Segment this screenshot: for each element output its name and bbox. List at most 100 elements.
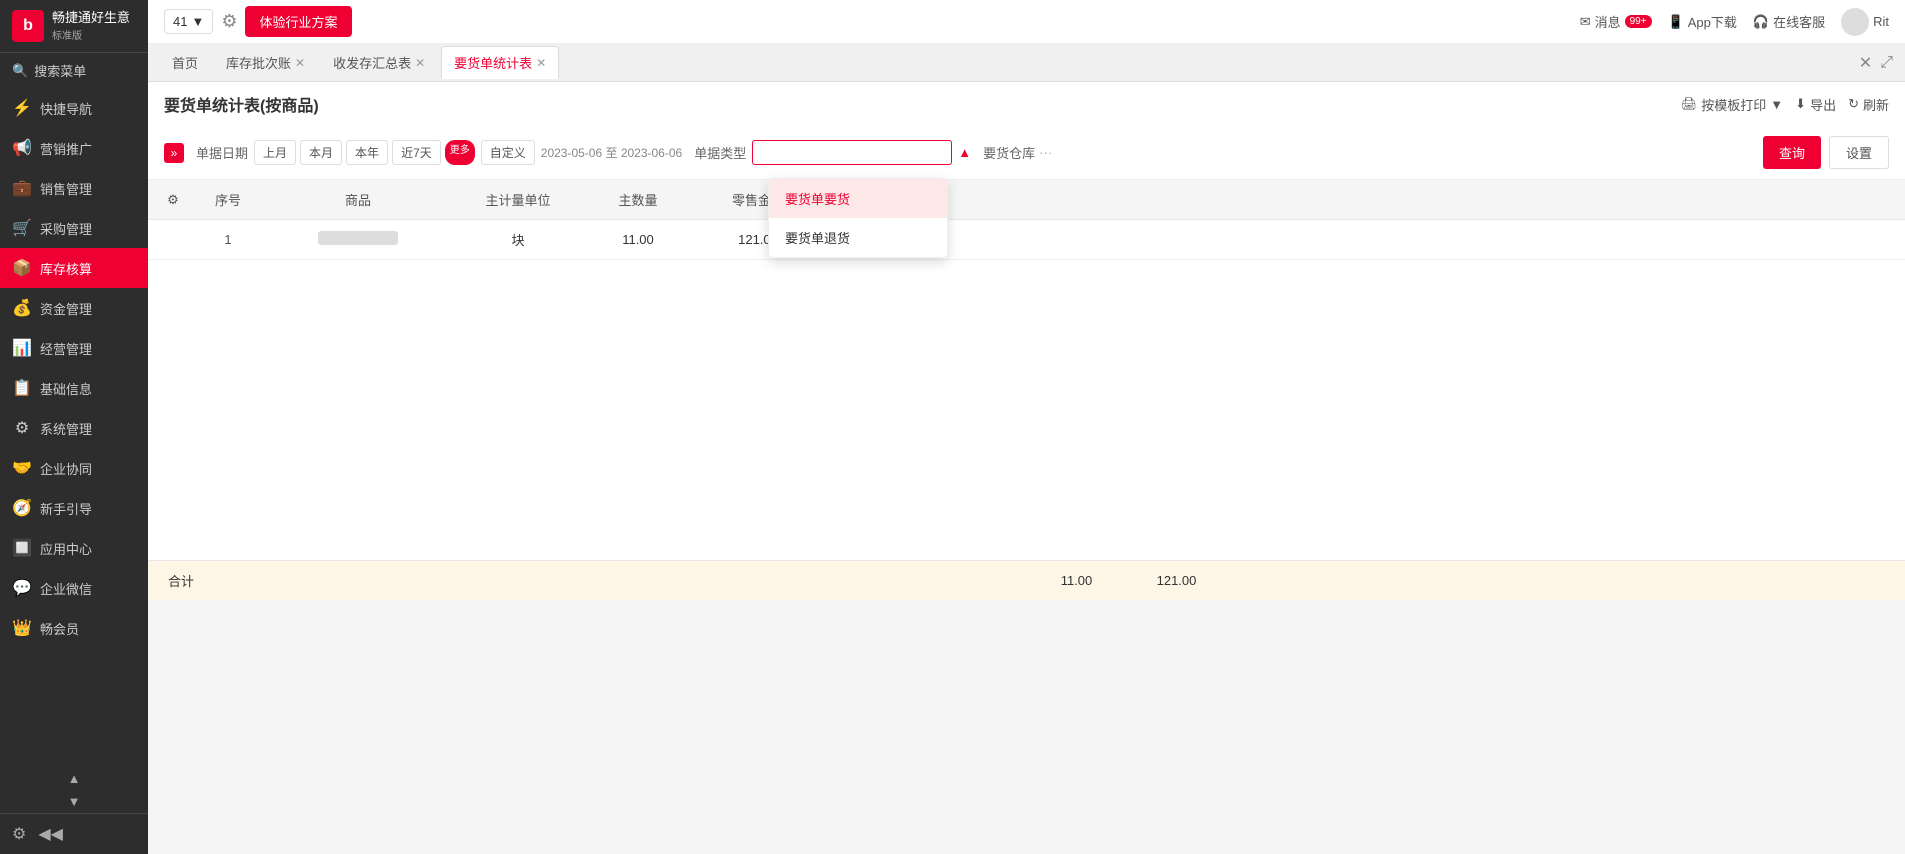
print-btn[interactable]: 🖨 按模板打印 ▼ — [1681, 95, 1783, 114]
sidebar-item-sales[interactable]: 💼 销售管理 — [0, 168, 148, 208]
tab-close-inventory-batch[interactable]: ✕ — [295, 56, 305, 70]
sidebar-item-operations[interactable]: 📊 经营管理 — [0, 328, 148, 368]
sidebar-item-vip[interactable]: 👑 畅会员 — [0, 608, 148, 648]
store-selector[interactable]: 41 ▼ — [164, 9, 213, 34]
table-header-row: ⚙ 序号 商品 主计量单位 主数量 零售金额 — [148, 180, 1905, 220]
td-product — [258, 220, 458, 260]
data-table: ⚙ 序号 商品 主计量单位 主数量 零售金额 1 — [148, 180, 1905, 260]
sidebar-item-inventory[interactable]: 📦 库存核算 — [0, 248, 148, 288]
footer-amount: 121.00 — [1127, 573, 1227, 588]
type-filter-input[interactable] — [752, 140, 952, 165]
type-dropdown: 要货单要货 要货单退货 — [768, 178, 948, 258]
topbar-left: 41 ▼ ⚙ 体验行业方案 — [164, 6, 1568, 37]
phone-icon: 📱 — [1668, 14, 1684, 30]
purchase-icon: 🛒 — [12, 218, 32, 238]
th-unit: 主计量单位 — [458, 180, 578, 220]
message-group[interactable]: ✉ 消息 99+ — [1580, 12, 1652, 31]
td-qty: 11.00 — [578, 220, 698, 260]
tab-home[interactable]: 首页 — [160, 47, 210, 78]
filter-setting-btn[interactable]: 设置 — [1829, 136, 1889, 169]
date-btn-recent7[interactable]: 近7天 — [392, 140, 441, 165]
tab-inventory-batch[interactable]: 库存批次账 ✕ — [214, 47, 317, 78]
sidebar-nav: ⚡ 快捷导航 📢 营销推广 💼 销售管理 🛒 采购管理 📦 库存核算 💰 资金管… — [0, 88, 148, 767]
table-row: 1 块 11.00 121.00 — [148, 220, 1905, 260]
th-settings[interactable]: ⚙ — [148, 180, 198, 220]
scroll-down-btn[interactable]: ▲ — [0, 767, 148, 790]
date-btn-last-month[interactable]: 上月 — [254, 140, 296, 165]
topbar-settings-icon[interactable]: ⚙ — [221, 11, 237, 32]
headset-icon: 🎧 — [1753, 14, 1769, 30]
page-actions: 🖨 按模板打印 ▼ ⬇ 导出 ↻ 刷新 — [1681, 95, 1889, 114]
date-btn-this-month[interactable]: 本月 — [300, 140, 342, 165]
trial-btn[interactable]: 体验行业方案 — [245, 6, 351, 37]
search-icon: 🔍 — [12, 63, 28, 79]
guide-icon: 🧭 — [12, 498, 32, 518]
print-dropdown-icon: ▼ — [1770, 97, 1783, 112]
base-icon: 📋 — [12, 378, 32, 398]
search-menu[interactable]: 🔍 搜索菜单 — [0, 53, 148, 88]
query-btn[interactable]: 查询 — [1763, 136, 1821, 169]
tabs-actions: ✕ ⤢ — [1859, 53, 1893, 73]
avatar — [1841, 8, 1869, 36]
date-range-display: 2023-05-06 至 2023-06-06 — [541, 144, 682, 161]
empty-space — [148, 260, 1905, 560]
sidebar-logo: b 畅捷通好生意 标准版 — [0, 0, 148, 53]
print-icon: 🖨 — [1681, 96, 1698, 112]
sidebar-item-purchase[interactable]: 🛒 采购管理 — [0, 208, 148, 248]
dropdown-item-order-return[interactable]: 要货单退货 — [769, 218, 947, 257]
page-content: 要货单统计表(按商品) 🖨 按模板打印 ▼ ⬇ 导出 ↻ 刷新 » — [148, 82, 1905, 854]
sidebar-item-marketing[interactable]: 📢 营销推广 — [0, 128, 148, 168]
sidebar-bottom: ⚙ ◀◀ — [0, 813, 148, 854]
sidebar-item-finance[interactable]: 💰 资金管理 — [0, 288, 148, 328]
sidebar-item-base[interactable]: 📋 基础信息 — [0, 368, 148, 408]
td-extra — [818, 220, 1905, 260]
enterprise-icon: 🤝 — [12, 458, 32, 478]
td-unit: 块 — [458, 220, 578, 260]
export-icon: ⬇ — [1795, 96, 1806, 112]
app-center-icon: 🔲 — [12, 538, 32, 558]
settings-bottom-icon[interactable]: ⚙ — [12, 824, 26, 844]
td-settings — [148, 220, 198, 260]
date-btn-this-year[interactable]: 本年 — [346, 140, 388, 165]
system-icon: ⚙ — [12, 418, 32, 438]
export-btn[interactable]: ⬇ 导出 — [1795, 95, 1836, 114]
main-area: 41 ▼ ⚙ 体验行业方案 ✉ 消息 99+ 📱 App下载 🎧 在线客服 R — [148, 0, 1905, 854]
operations-icon: 📊 — [12, 338, 32, 358]
online-service-group[interactable]: 🎧 在线客服 — [1753, 12, 1825, 31]
dropdown-item-order-goods[interactable]: 要货单要货 — [769, 179, 947, 218]
sales-icon: 💼 — [12, 178, 32, 198]
logo-icon: b — [12, 10, 44, 42]
quick-nav-icon: ⚡ — [12, 98, 32, 118]
sidebar-item-app-center[interactable]: 🔲 应用中心 — [0, 528, 148, 568]
scroll-up-btn[interactable]: ▼ — [0, 790, 148, 813]
user-avatar-group[interactable]: Rit — [1841, 8, 1889, 36]
refresh-btn[interactable]: ↻ 刷新 — [1848, 95, 1889, 114]
fullscreen-btn[interactable]: ⤢ — [1880, 53, 1893, 73]
tab-receive-summary[interactable]: 收发存汇总表 ✕ — [321, 47, 437, 78]
app-download-group[interactable]: 📱 App下载 — [1668, 12, 1737, 31]
filter-expand-btn[interactable]: » — [164, 143, 184, 163]
custom-date-btn[interactable]: 自定义 — [481, 140, 535, 165]
tab-order-stats[interactable]: 要货单统计表 ✕ — [441, 46, 559, 79]
type-filter-arrow[interactable]: ▲ — [958, 145, 971, 160]
sidebar-item-enterprise[interactable]: 🤝 企业协同 — [0, 448, 148, 488]
page-title: 要货单统计表(按商品) — [164, 92, 319, 116]
collapse-sidebar-icon[interactable]: ◀◀ — [38, 824, 63, 844]
wechat-icon: 💬 — [12, 578, 32, 598]
warehouse-more-btn[interactable]: ··· — [1039, 145, 1052, 160]
sidebar-item-system[interactable]: ⚙ 系统管理 — [0, 408, 148, 448]
sidebar-item-quick-nav[interactable]: ⚡ 快捷导航 — [0, 88, 148, 128]
tab-close-receive-summary[interactable]: ✕ — [415, 56, 425, 70]
finance-icon: 💰 — [12, 298, 32, 318]
sidebar-item-guide[interactable]: 🧭 新手引导 — [0, 488, 148, 528]
tab-close-order-stats[interactable]: ✕ — [536, 56, 546, 70]
data-table-wrap: ⚙ 序号 商品 主计量单位 主数量 零售金额 1 — [148, 180, 1905, 260]
th-extra — [818, 180, 1905, 220]
close-all-tabs-btn[interactable]: ✕ — [1859, 53, 1872, 73]
store-dropdown-icon: ▼ — [191, 14, 204, 29]
refresh-icon: ↻ — [1848, 96, 1859, 112]
column-settings-icon[interactable]: ⚙ — [167, 192, 179, 207]
inventory-icon: 📦 — [12, 258, 32, 278]
sidebar-item-wechat[interactable]: 💬 企业微信 — [0, 568, 148, 608]
footer-label: 合计 — [160, 571, 360, 590]
